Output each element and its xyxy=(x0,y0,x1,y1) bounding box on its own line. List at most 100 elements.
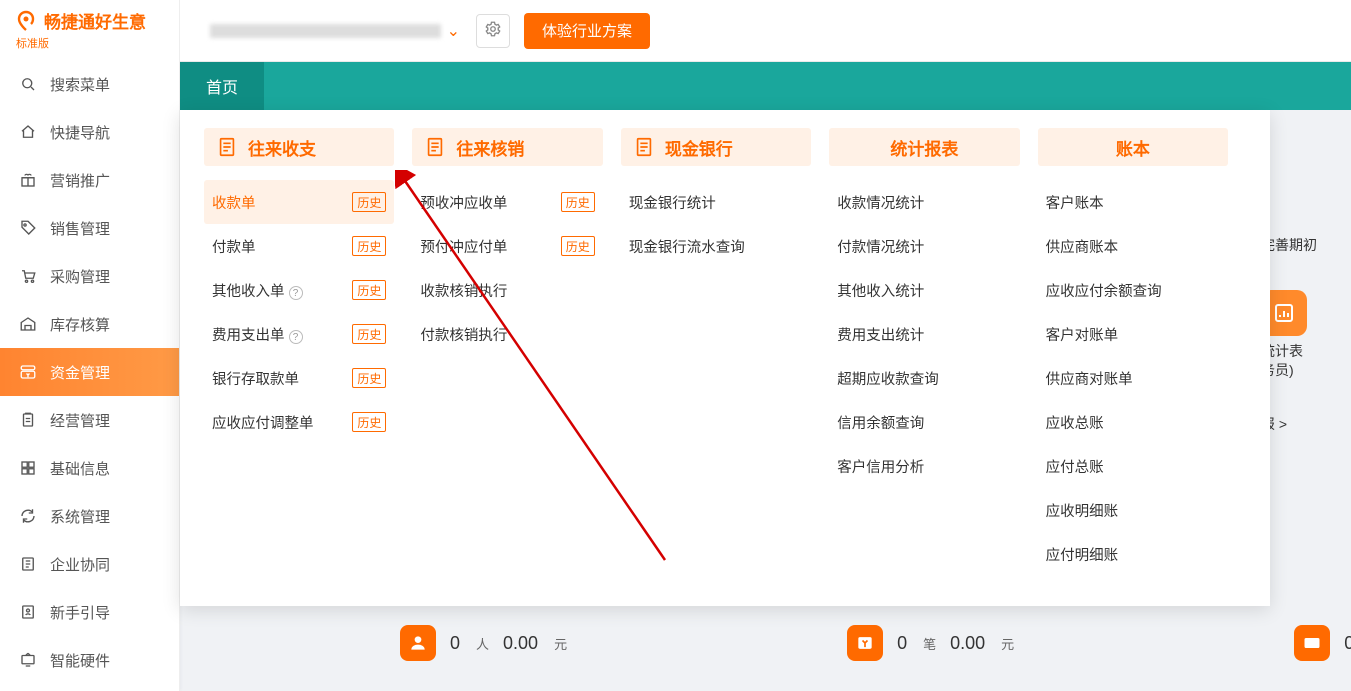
mega-item-writeoff-0[interactable]: 预收冲应收单 历史 xyxy=(412,180,602,224)
sales-icon xyxy=(18,218,38,238)
mega-item-label: 费用支出统计 xyxy=(837,324,924,345)
sidebar-item-purchase[interactable]: 采购管理 xyxy=(0,252,179,300)
mega-item-label: 银行存取款单 xyxy=(212,368,299,389)
sidebar-item-sys[interactable]: 系统管理 xyxy=(0,492,179,540)
mega-col-io: 往来收支收款单历史付款单历史其他收入单?历史费用支出单?历史银行存取款单历史应收… xyxy=(204,128,412,576)
funds-icon xyxy=(18,362,38,382)
doc-icon xyxy=(633,136,655,158)
mega-item-cash-0[interactable]: 现金银行统计 xyxy=(621,180,811,224)
brand-subtitle: 标准版 xyxy=(16,35,167,51)
mega-item-ledger-5[interactable]: 应收总账 xyxy=(1038,400,1228,444)
sidebar-item-hw[interactable]: 智能硬件 xyxy=(0,636,179,684)
history-badge[interactable]: 历史 xyxy=(352,324,386,344)
deal-unit: 笔 xyxy=(923,634,936,653)
mega-item-label: 其他收入统计 xyxy=(837,280,924,301)
mega-item-io-2[interactable]: 其他收入单?历史 xyxy=(204,268,394,312)
org-selector-value xyxy=(210,24,441,38)
history-badge[interactable]: 历史 xyxy=(561,192,595,212)
mega-item-label: 费用支出单? xyxy=(212,324,303,345)
sidebar-item-stock[interactable]: 库存核算 xyxy=(0,300,179,348)
sidebar-item-sales[interactable]: 销售管理 xyxy=(0,204,179,252)
summary-wallet: 0笔 0.00元 xyxy=(1294,625,1351,661)
mega-item-io-3[interactable]: 费用支出单? 历史 xyxy=(204,312,394,356)
mega-item-report-3[interactable]: 费用支出统计 xyxy=(829,312,1019,356)
mega-item-label: 客户账本 xyxy=(1046,192,1104,213)
sidebar-item-guide[interactable]: 新手引导 xyxy=(0,588,179,636)
mega-item-report-6[interactable]: 客户信用分析 xyxy=(829,444,1019,488)
mega-item-ledger-2[interactable]: 应收应付余额查询 xyxy=(1038,268,1228,312)
mega-item-io-1[interactable]: 付款单 历史 xyxy=(204,224,394,268)
mega-item-label: 收款核销执行 xyxy=(420,280,507,301)
mega-item-io-0[interactable]: 收款单历史 xyxy=(204,180,394,224)
mega-item-label: 信用余额查询 xyxy=(837,412,924,433)
history-badge[interactable]: 历史 xyxy=(352,368,386,388)
mega-item-ledger-0[interactable]: 客户账本 xyxy=(1038,180,1228,224)
sidebar-item-funds[interactable]: 资金管理 xyxy=(0,348,179,396)
history-badge[interactable]: 历史 xyxy=(352,192,386,212)
mega-item-ledger-7[interactable]: 应收明细账 xyxy=(1038,488,1228,532)
sidebar-item-biz[interactable]: 经营管理 xyxy=(0,396,179,444)
coop-icon xyxy=(18,554,38,574)
tab-home[interactable]: 首页 xyxy=(180,62,264,110)
right-hint-strip: 完善期初 统计表 务员) 报 > xyxy=(1261,202,1351,434)
biz-icon xyxy=(18,410,38,430)
doc-icon xyxy=(216,136,238,158)
sidebar-item-coop[interactable]: 企业协同 xyxy=(0,540,179,588)
deal-amount: 0.00 xyxy=(950,633,985,654)
mega-item-writeoff-3[interactable]: 付款核销执行 xyxy=(412,312,602,356)
top-bar: ⌄ 体验行业方案 xyxy=(180,0,1351,62)
brand-logo-icon xyxy=(14,9,38,33)
base-icon xyxy=(18,458,38,478)
mega-item-ledger-4[interactable]: 供应商对账单 xyxy=(1038,356,1228,400)
sidebar-item-base[interactable]: 基础信息 xyxy=(0,444,179,492)
mega-item-writeoff-2[interactable]: 收款核销执行 xyxy=(412,268,602,312)
sidebar-item-search[interactable]: 搜索菜单 xyxy=(0,60,179,108)
mega-item-label: 应付明细账 xyxy=(1046,544,1119,565)
mega-item-label: 预收冲应收单 xyxy=(420,192,507,213)
tab-home-label: 首页 xyxy=(206,74,238,98)
mega-item-report-1[interactable]: 付款情况统计 xyxy=(829,224,1019,268)
mega-item-label: 现金银行流水查询 xyxy=(629,236,745,257)
mega-item-label: 现金银行统计 xyxy=(629,192,716,213)
people-amount: 0.00 xyxy=(503,633,538,654)
mega-item-ledger-8[interactable]: 应付明细账 xyxy=(1038,532,1228,576)
mega-item-label: 供应商对账单 xyxy=(1046,368,1133,389)
history-badge[interactable]: 历史 xyxy=(352,236,386,256)
sidebar-item-marketing[interactable]: 营销推广 xyxy=(0,156,179,204)
mega-item-io-4[interactable]: 银行存取款单 历史 xyxy=(204,356,394,400)
settings-button[interactable] xyxy=(476,14,510,48)
mega-item-label: 收款情况统计 xyxy=(837,192,924,213)
history-badge[interactable]: 历史 xyxy=(352,280,386,300)
mega-item-report-4[interactable]: 超期应收款查询 xyxy=(829,356,1019,400)
help-icon[interactable]: ? xyxy=(289,330,303,344)
mega-item-label: 付款单 xyxy=(212,236,256,257)
guide-icon xyxy=(18,602,38,622)
sidebar-item-label: 快捷导航 xyxy=(50,122,110,143)
mega-item-writeoff-1[interactable]: 预付冲应付单历史 xyxy=(412,224,602,268)
sidebar-item-quicknav[interactable]: 快捷导航 xyxy=(0,108,179,156)
history-badge[interactable]: 历史 xyxy=(561,236,595,256)
mega-item-report-2[interactable]: 其他收入统计 xyxy=(829,268,1019,312)
mega-item-ledger-1[interactable]: 供应商账本 xyxy=(1038,224,1228,268)
search-icon xyxy=(18,74,38,94)
mega-item-cash-1[interactable]: 现金银行流水查询 xyxy=(621,224,811,268)
mega-item-report-5[interactable]: 信用余额查询 xyxy=(829,400,1019,444)
mega-col-header-writeoff: 往来核销 xyxy=(412,128,602,166)
hint-stat-line2: 务员) xyxy=(1261,361,1351,381)
mega-item-io-5[interactable]: 应收应付调整单历史 xyxy=(204,400,394,444)
mega-item-ledger-3[interactable]: 客户对账单 xyxy=(1038,312,1228,356)
sidebar-item-label: 库存核算 xyxy=(50,314,110,335)
help-icon[interactable]: ? xyxy=(289,286,303,300)
hint-report-link[interactable]: 报 > xyxy=(1261,415,1351,435)
industry-solution-button[interactable]: 体验行业方案 xyxy=(524,13,650,49)
mega-col-title: 账本 xyxy=(1116,135,1150,160)
mega-item-label: 付款情况统计 xyxy=(837,236,924,257)
mega-item-report-0[interactable]: 收款情况统计 xyxy=(829,180,1019,224)
hint-complete-opening[interactable]: 完善期初 xyxy=(1261,236,1351,256)
stock-icon xyxy=(18,314,38,334)
org-selector[interactable]: ⌄ xyxy=(200,14,470,48)
mega-item-ledger-6[interactable]: 应付总账 xyxy=(1038,444,1228,488)
history-badge[interactable]: 历史 xyxy=(352,412,386,432)
hint-stat-line1: 统计表 xyxy=(1261,342,1351,362)
hint-stat-badge[interactable]: 统计表 务员) xyxy=(1261,290,1351,381)
